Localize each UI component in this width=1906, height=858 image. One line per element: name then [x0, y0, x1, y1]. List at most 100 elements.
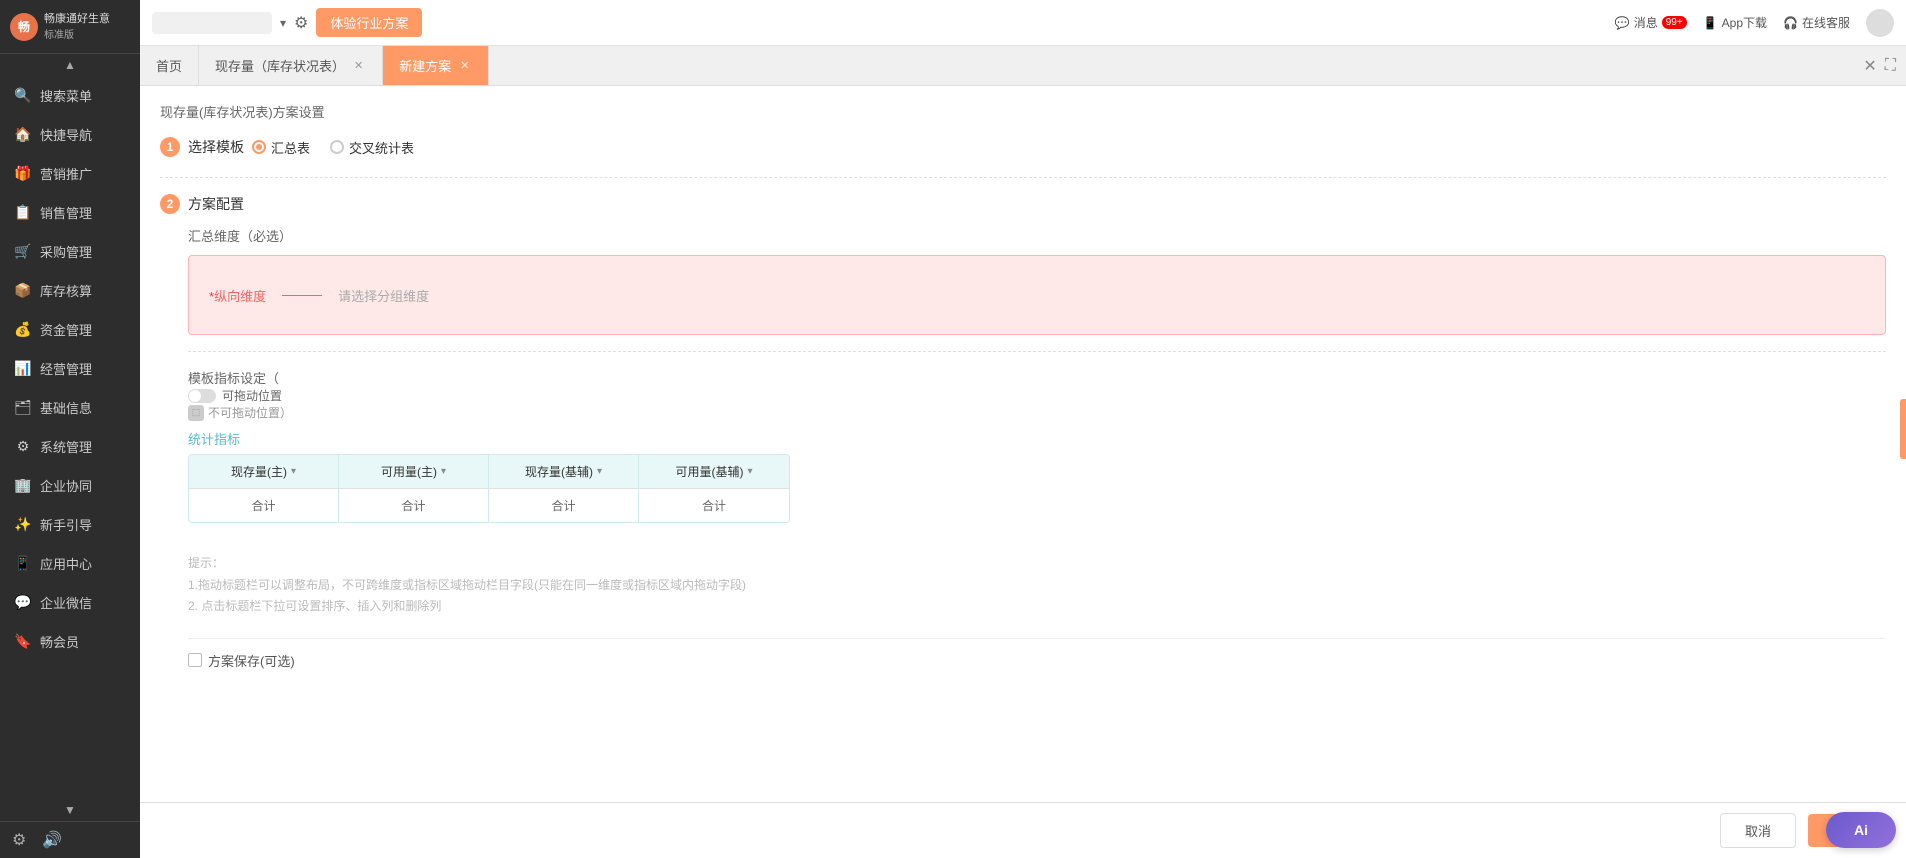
- sidebar-label: 应用中心: [40, 554, 92, 573]
- sidebar-item-purchase[interactable]: 🛒 采购管理: [0, 232, 140, 271]
- sidebar-label: 资金管理: [40, 320, 92, 339]
- sidebar-nav: 🔍 搜索菜单 🏠 快捷导航 🎁 营销推广 📋 销售管理 🛒 采购管理 📦 库存核…: [0, 76, 140, 799]
- step2-title: 方案配置: [188, 194, 244, 214]
- message-badge: 99+: [1662, 16, 1687, 29]
- tips-header: 提示：: [188, 553, 1886, 575]
- tab-home[interactable]: 首页: [140, 46, 199, 85]
- sidebar-label: 经营管理: [40, 359, 92, 378]
- footer: 取消 查询: [140, 802, 1906, 858]
- draggable-toggle: 可拖动位置: [188, 387, 292, 404]
- sidebar-item-system[interactable]: ⚙ 系统管理: [0, 427, 140, 466]
- guide-icon: ✨: [14, 516, 32, 534]
- sidebar-item-app[interactable]: 📱 应用中心: [0, 544, 140, 583]
- sidebar-label: 营销推广: [40, 164, 92, 183]
- gift-icon: 🎁: [14, 165, 32, 183]
- message-label: 消息: [1634, 14, 1658, 31]
- sidebar-scroll-up[interactable]: ▲: [0, 54, 140, 76]
- save-checkbox[interactable]: 方案保存(可选): [188, 651, 295, 670]
- non-draggable-row: ⬚ 不可拖动位置）: [188, 404, 292, 421]
- radio-cross[interactable]: 交叉统计表: [330, 138, 414, 157]
- col-body-3: 合计: [489, 488, 639, 522]
- draggable-label: 可拖动位置: [222, 387, 282, 404]
- volume-icon[interactable]: 🔊: [42, 830, 62, 850]
- topbar-search-input[interactable]: [152, 12, 272, 34]
- col1-dropdown-icon[interactable]: ▾: [291, 466, 296, 477]
- template-radio-group: 汇总表 交叉统计表: [252, 138, 414, 157]
- radio-cross-circle: [330, 140, 344, 154]
- tabbar: 首页 现存量（库存状况表） ✕ 新建方案 ✕ ✕ ⛶: [140, 46, 1906, 86]
- indicator-table-header: 现存量(主) ▾ 可用量(主) ▾ 现存量(基辅: [189, 455, 789, 488]
- col-header-2[interactable]: 可用量(主) ▾: [339, 455, 489, 488]
- toggle-dot: [189, 390, 201, 402]
- tips-section: 提示： 1.拖动标题栏可以调整布局，不可跨维度或指标区域拖动栏目字段(只能在同一…: [188, 543, 1886, 628]
- col3-dropdown-icon[interactable]: ▾: [597, 466, 602, 477]
- box-icon: 📦: [14, 282, 32, 300]
- sidebar-label: 库存核算: [40, 281, 92, 300]
- cart-icon: 🛒: [14, 243, 32, 261]
- tab-home-label: 首页: [156, 56, 182, 75]
- required-star: *: [209, 289, 214, 304]
- sidebar-item-inventory[interactable]: 📦 库存核算: [0, 271, 140, 310]
- sidebar-label: 采购管理: [40, 242, 92, 261]
- tab-new-scheme-close[interactable]: ✕: [457, 57, 472, 74]
- sidebar-item-finance[interactable]: 💰 资金管理: [0, 310, 140, 349]
- sidebar-item-vip[interactable]: 🔖 畅会员: [0, 622, 140, 661]
- no-drag-icon: ⬚: [188, 405, 204, 421]
- sidebar-label: 新手引导: [40, 515, 92, 534]
- phone-icon: 📱: [1703, 16, 1718, 30]
- tab-expand-btn[interactable]: ⛶: [1885, 57, 1896, 75]
- col2-dropdown-icon[interactable]: ▾: [441, 466, 446, 477]
- sidebar-item-operation[interactable]: 📊 经营管理: [0, 349, 140, 388]
- main-content: ▾ ⚙ 体验行业方案 💬 消息 99+ 📱 App下载 🎧 在线客服 首页: [140, 0, 1906, 858]
- sidebar-logo: 畅 畅康通好生意 标准版: [0, 0, 140, 54]
- col2-label: 可用量(主): [381, 463, 437, 480]
- cancel-button[interactable]: 取消: [1720, 813, 1796, 848]
- online-service-btn[interactable]: 🎧 在线客服: [1783, 14, 1850, 31]
- col4-dropdown-icon[interactable]: ▾: [747, 466, 752, 477]
- app-download-btn[interactable]: 📱 App下载: [1703, 14, 1767, 31]
- toggle-pill[interactable]: [188, 389, 216, 403]
- topbar: ▾ ⚙ 体验行业方案 💬 消息 99+ 📱 App下载 🎧 在线客服: [140, 0, 1906, 46]
- col4-label: 可用量(基辅): [675, 463, 743, 480]
- sidebar-item-search-menu[interactable]: 🔍 搜索菜单: [0, 76, 140, 115]
- tab-close-btn[interactable]: ✕: [1863, 56, 1876, 76]
- search-menu-icon: 🔍: [14, 87, 32, 105]
- sidebar-item-basic[interactable]: 🗂 基础信息: [0, 388, 140, 427]
- topbar-dropdown-btn[interactable]: ▾: [280, 16, 286, 30]
- settings-icon[interactable]: ⚙: [12, 830, 26, 850]
- section-divider-1: [160, 177, 1886, 178]
- sidebar-item-wechat[interactable]: 💬 企业微信: [0, 583, 140, 622]
- message-btn[interactable]: 💬 消息 99+: [1615, 14, 1687, 31]
- dimension-box[interactable]: *纵向维度 请选择分组维度: [188, 255, 1886, 335]
- col2-body: 合计: [339, 488, 488, 522]
- logo-sub: 标准版: [44, 26, 110, 41]
- radio-summary[interactable]: 汇总表: [252, 138, 310, 157]
- sidebar-item-enterprise[interactable]: 🏢 企业协同: [0, 466, 140, 505]
- ai-float-button[interactable]: Ai: [1826, 812, 1896, 848]
- col-header-1[interactable]: 现存量(主) ▾: [189, 455, 339, 488]
- app-download-label: App下载: [1722, 14, 1767, 31]
- user-avatar[interactable]: [1866, 9, 1894, 37]
- col-header-3[interactable]: 现存量(基辅) ▾: [489, 455, 639, 488]
- tab-new-scheme[interactable]: 新建方案 ✕: [383, 46, 489, 85]
- sidebar-item-quick-nav[interactable]: 🏠 快捷导航: [0, 115, 140, 154]
- col-header-4[interactable]: 可用量(基辅) ▾: [639, 455, 789, 488]
- vertical-dimension-label: *纵向维度: [209, 286, 266, 305]
- tab-inventory-status[interactable]: 现存量（库存状况表） ✕: [199, 46, 383, 85]
- sidebar-item-marketing[interactable]: 🎁 营销推广: [0, 154, 140, 193]
- save-checkbox-label: 方案保存(可选): [208, 651, 295, 670]
- topbar-gear-icon[interactable]: ⚙: [294, 13, 308, 33]
- radio-summary-circle: [252, 140, 266, 154]
- trial-btn[interactable]: 体验行业方案: [316, 8, 422, 37]
- tab-inventory-close[interactable]: ✕: [351, 57, 366, 74]
- save-row: 方案保存(可选): [188, 638, 1886, 682]
- sidebar-item-sales[interactable]: 📋 销售管理: [0, 193, 140, 232]
- indicator-table-body: 合计 合计 合计 合计: [189, 488, 789, 522]
- sidebar-item-guide[interactable]: ✨ 新手引导: [0, 505, 140, 544]
- money-icon: 💰: [14, 321, 32, 339]
- sidebar-label: 快捷导航: [40, 125, 92, 144]
- col-body-4: 合计: [639, 488, 789, 522]
- sidebar-scroll-down[interactable]: ▼: [0, 799, 140, 821]
- col-body-1: 合计: [189, 488, 339, 522]
- sales-icon: 📋: [14, 204, 32, 222]
